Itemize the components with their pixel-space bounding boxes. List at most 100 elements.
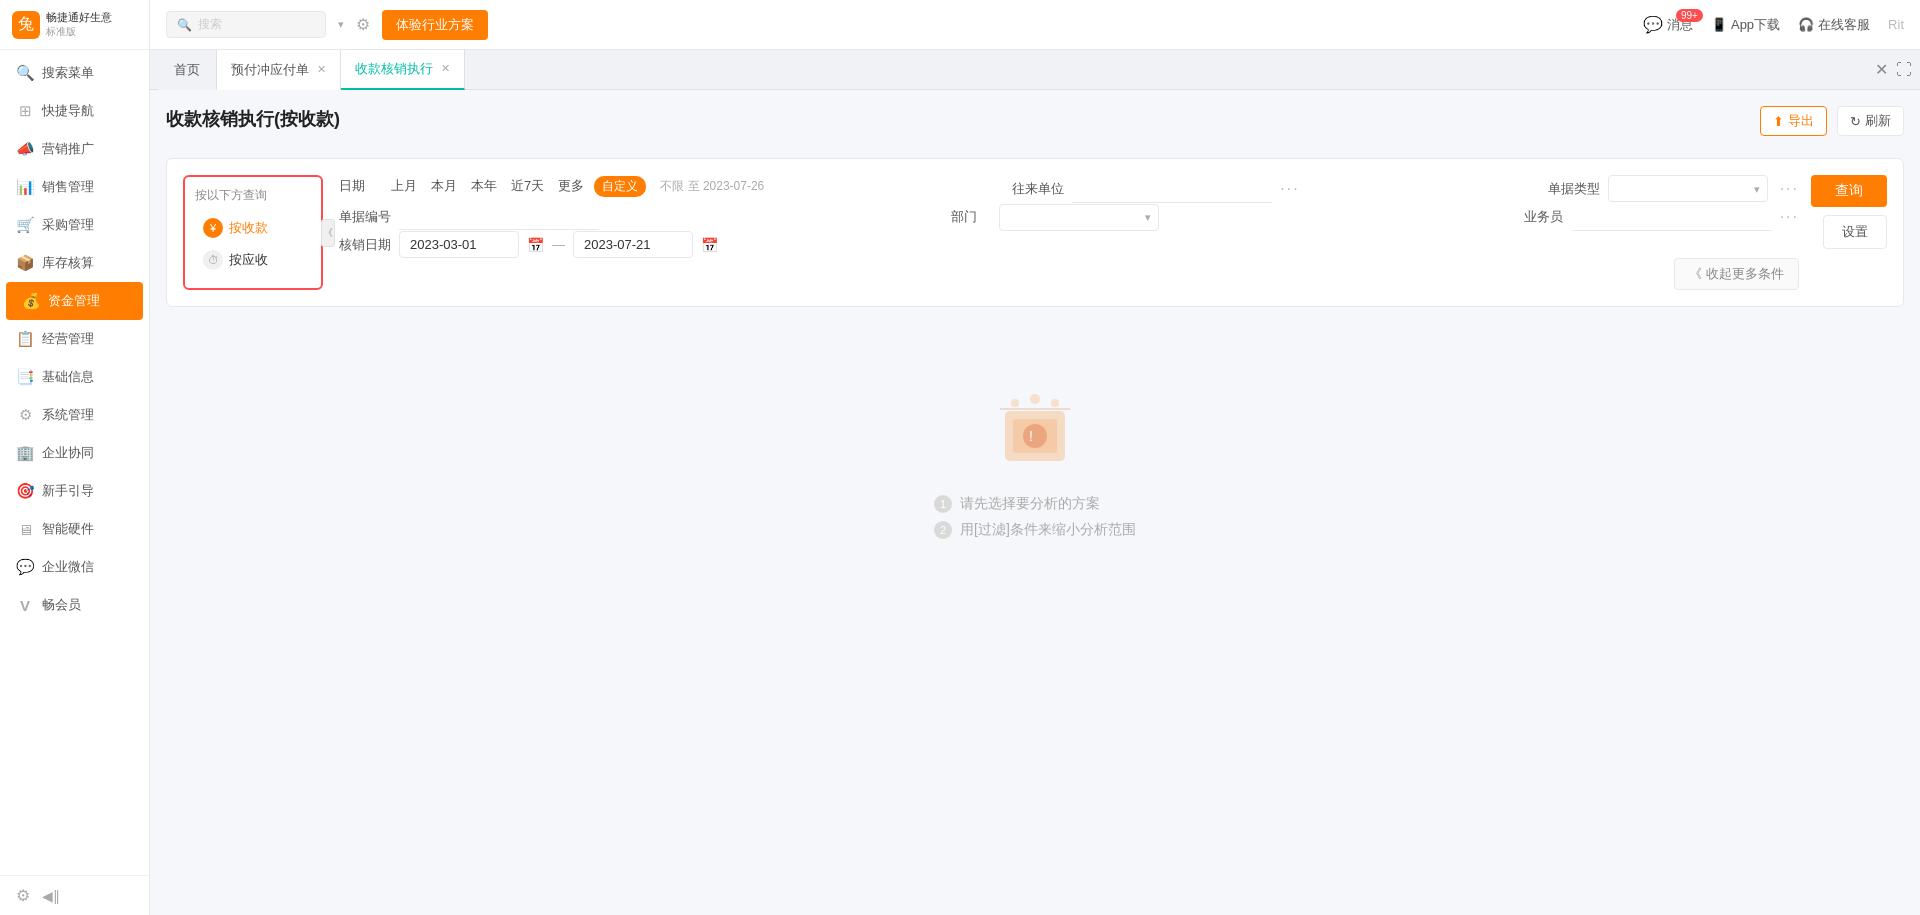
page-header: 收款核销执行(按收款) ⬆ 导出 ↻ 刷新 [166, 106, 1904, 146]
date-this-month[interactable]: 本月 [427, 175, 461, 197]
sidebar-item-purchase-label: 采购管理 [42, 216, 94, 234]
query-actions: 查询 设置 [1811, 175, 1887, 290]
online-service-button[interactable]: 🎧 在线客服 [1798, 16, 1870, 34]
date-7days[interactable]: 近7天 [507, 175, 548, 197]
sidebar-item-basics-label: 基础信息 [42, 368, 94, 386]
refresh-label: 刷新 [1865, 112, 1891, 130]
query-button[interactable]: 查询 [1811, 175, 1887, 207]
checkdate-from-input[interactable] [399, 231, 519, 258]
app-download-button[interactable]: 📱 App下载 [1711, 16, 1780, 34]
sidebar-item-wechat-label: 企业微信 [42, 558, 94, 576]
sidebar-item-operations[interactable]: 📋 经营管理 [0, 320, 149, 358]
filter-option-by-receipt[interactable]: ¥ 按收款 [195, 212, 311, 244]
sidebar-item-member[interactable]: V 畅会员 [0, 586, 149, 624]
tab-prepay[interactable]: 预付冲应付单 ✕ [217, 50, 341, 90]
sidebar-item-search[interactable]: 🔍 搜索菜单 [0, 54, 149, 92]
online-service-label: 在线客服 [1818, 16, 1870, 34]
search-placeholder: 搜索 [198, 16, 222, 33]
filter-more-button[interactable]: 《 收起更多条件 [1674, 258, 1799, 290]
sidebar-nav: 🔍 搜索菜单 ⊞ 快捷导航 📣 营销推广 📊 销售管理 🛒 采购管理 📦 库存核… [0, 50, 149, 875]
sidebar-item-collab-label: 企业协同 [42, 444, 94, 462]
date-this-year[interactable]: 本年 [467, 175, 501, 197]
sidebar-item-marketing-label: 营销推广 [42, 140, 94, 158]
empty-hints: 1 请先选择要分析的方案 2 用[过滤]条件来缩小分析范围 [934, 495, 1136, 539]
checkdate-from-calendar-icon[interactable]: 📅 [527, 237, 544, 253]
staff-input[interactable] [1572, 204, 1772, 229]
topbar-chevron-icon[interactable]: ▾ [338, 18, 344, 31]
tab-expand-icon[interactable]: ⛶ [1896, 61, 1912, 79]
tab-bar: 首页 预付冲应付单 ✕ 收款核销执行 ✕ ✕ ⛶ [150, 50, 1920, 90]
sidebar-item-quicknav-label: 快捷导航 [42, 102, 94, 120]
tab-close-all-icon[interactable]: ✕ [1875, 60, 1888, 79]
settings-footer-icon[interactable]: ⚙ [16, 886, 30, 905]
partner-more-icon[interactable]: ··· [1280, 180, 1299, 198]
docno-input-area[interactable] [399, 204, 599, 230]
topbar-gear-icon[interactable]: ⚙ [356, 15, 370, 34]
docno-input[interactable] [399, 204, 599, 229]
page-content: 收款核销执行(按收款) ⬆ 导出 ↻ 刷新 按以下方查询 ¥ 按收款 [150, 90, 1920, 915]
solution-button[interactable]: 体验行业方案 [382, 10, 488, 40]
sidebar-item-hardware[interactable]: 🖥 智能硬件 [0, 510, 149, 548]
sidebar-item-quicknav[interactable]: ⊞ 快捷导航 [0, 92, 149, 130]
sidebar: 兔 畅捷通好生意 标准版 🔍 搜索菜单 ⊞ 快捷导航 📣 营销推广 📊 销售管理… [0, 0, 150, 915]
receivable-option-icon: ⏱ [203, 250, 223, 270]
export-icon: ⬆ [1773, 114, 1784, 129]
hint-num-2: 2 [934, 521, 952, 539]
filter-docno-field: 单据编号 [339, 204, 599, 230]
search-icon: 🔍 [16, 64, 34, 82]
dept-select[interactable] [999, 204, 1159, 231]
app-logo-icon: 兔 [12, 11, 40, 39]
docno-label: 单据编号 [339, 208, 391, 226]
sidebar-item-purchase[interactable]: 🛒 采购管理 [0, 206, 149, 244]
sidebar-item-hardware-label: 智能硬件 [42, 520, 94, 538]
doctype-select[interactable] [1608, 175, 1768, 202]
sidebar-item-wechat[interactable]: 💬 企业微信 [0, 548, 149, 586]
topbar: 🔍 搜索 ▾ ⚙ 体验行业方案 💬 消息 99+ 📱 App下载 🎧 在线客服 … [150, 0, 1920, 50]
staff-input-area[interactable] [1572, 203, 1772, 231]
date-label: 日期 [339, 177, 379, 195]
sidebar-item-basics[interactable]: 📑 基础信息 [0, 358, 149, 396]
sidebar-item-sales[interactable]: 📊 销售管理 [0, 168, 149, 206]
filter-collapse-button[interactable]: 《 [321, 219, 335, 247]
app-name: 畅捷通好生意 [46, 10, 112, 24]
tab-collection-label: 收款核销执行 [355, 60, 433, 78]
sidebar-item-sales-label: 销售管理 [42, 178, 94, 196]
filter-settings-button[interactable]: 设置 [1823, 215, 1887, 249]
date-more[interactable]: 更多 [554, 175, 588, 197]
refresh-button[interactable]: ↻ 刷新 [1837, 106, 1904, 136]
filter-doctype-field: 单据类型 ··· [1548, 175, 1799, 202]
inventory-icon: 📦 [16, 254, 34, 272]
date-last-month[interactable]: 上月 [387, 175, 421, 197]
staff-more-icon[interactable]: ··· [1780, 208, 1799, 226]
messages-button[interactable]: 💬 消息 99+ [1643, 15, 1693, 34]
tab-collection-close[interactable]: ✕ [441, 62, 450, 75]
tab-home[interactable]: 首页 [158, 50, 217, 90]
date-custom-badge[interactable]: 自定义 [594, 176, 646, 197]
empty-hint-2-text: 用[过滤]条件来缩小分析范围 [960, 521, 1136, 539]
tab-prepay-close[interactable]: ✕ [317, 63, 326, 76]
filter-option-by-receivable[interactable]: ⏱ 按应收 [195, 244, 311, 276]
sidebar-item-inventory-label: 库存核算 [42, 254, 94, 272]
svg-point-2 [1023, 424, 1047, 448]
checkdate-label: 核销日期 [339, 236, 391, 254]
doctype-more-icon[interactable]: ··· [1780, 180, 1799, 198]
topbar-search[interactable]: 🔍 搜索 [166, 11, 326, 38]
sidebar-item-marketing[interactable]: 📣 营销推广 [0, 130, 149, 168]
user-profile[interactable]: Rit [1888, 17, 1904, 32]
tab-collection[interactable]: 收款核销执行 ✕ [341, 50, 465, 90]
sidebar-item-inventory[interactable]: 📦 库存核算 [0, 244, 149, 282]
sidebar-item-guide[interactable]: 🎯 新手引导 [0, 472, 149, 510]
checkdate-to-calendar-icon[interactable]: 📅 [701, 237, 718, 253]
checkdate-to-input[interactable] [573, 231, 693, 258]
sidebar-item-system[interactable]: ⚙ 系统管理 [0, 396, 149, 434]
sidebar-item-operations-label: 经营管理 [42, 330, 94, 348]
sidebar-item-collab[interactable]: 🏢 企业协同 [0, 434, 149, 472]
collapse-sidebar-icon[interactable]: ◀‖ [42, 888, 60, 904]
tab-home-label: 首页 [174, 61, 200, 79]
page-title: 收款核销执行(按收款) [166, 107, 340, 131]
partner-input-area[interactable] [1072, 175, 1272, 203]
sidebar-item-finance[interactable]: 💰 资金管理 [6, 282, 143, 320]
guide-icon: 🎯 [16, 482, 34, 500]
partner-input[interactable] [1072, 176, 1272, 201]
export-button[interactable]: ⬆ 导出 [1760, 106, 1827, 136]
